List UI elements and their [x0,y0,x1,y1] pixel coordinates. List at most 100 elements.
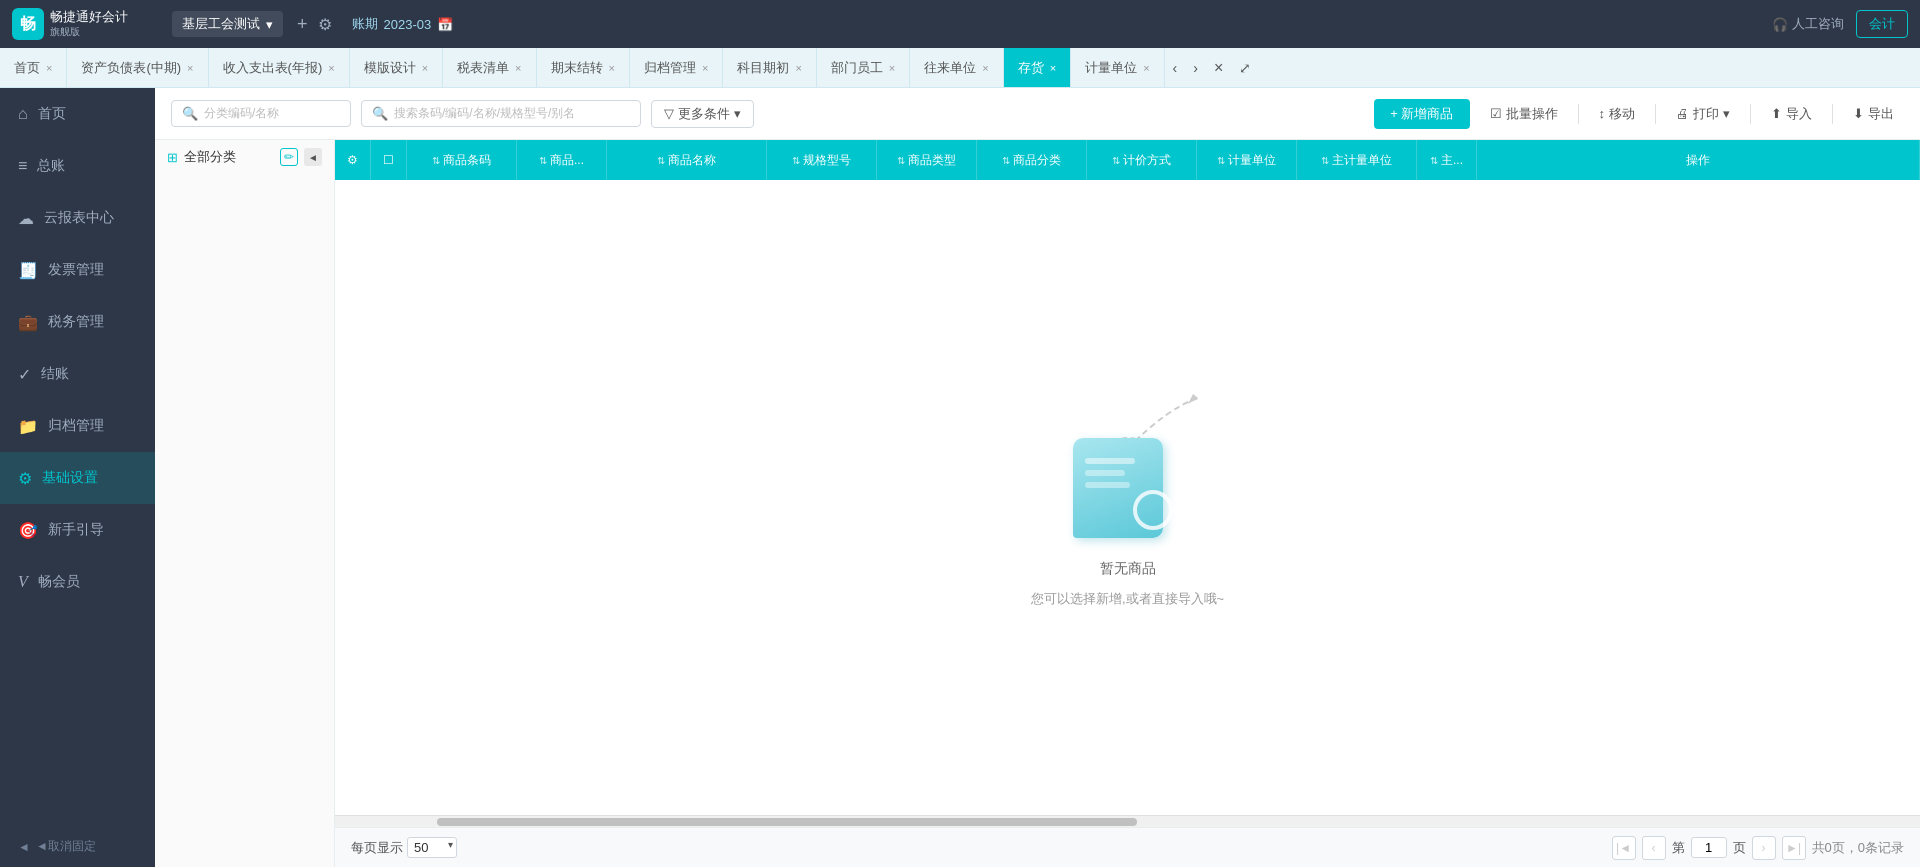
first-page-btn[interactable]: |◄ [1612,836,1636,860]
tab-tax[interactable]: 税表清单 × [443,48,536,88]
logo-text: 畅捷通好会计 旗舰版 [50,9,128,39]
grid-icon: ⊞ [167,150,178,165]
tab-period[interactable]: 期末结转 × [537,48,630,88]
home-icon: ⌂ [18,105,28,123]
tab-close-all-btn[interactable]: × [1206,48,1231,88]
prev-page-btn[interactable]: ‹ [1642,836,1666,860]
page-size-select[interactable]: 50 100 200 [407,837,457,858]
tab-close-home[interactable]: × [46,48,52,88]
tab-bar: 首页 × 资产负债表(中期) × 收入支出表(年报) × 模版设计 × 税表清单… [0,48,1920,88]
sidebar: ⌂ 首页 ≡ 总账 ☁ 云报表中心 🧾 发票管理 💼 税务管理 ✓ 结账 📁 归… [0,88,155,867]
search2-icon: 🔍 [372,106,388,121]
th-barcode[interactable]: ⇅ 商品条码 [407,140,517,180]
cloud-icon: ☁ [18,209,34,228]
inner-content: ⊞ 全部分类 ✏ ◄ ⚙ ☐ [155,140,1920,867]
sidebar-item-member[interactable]: V 畅会员 [0,556,155,608]
tab-expand-btn[interactable]: ⤢ [1231,48,1259,88]
tab-archive[interactable]: 归档管理 × [630,48,723,88]
th-spec[interactable]: ⇅ 规格型号 [767,140,877,180]
tab-close-income[interactable]: × [328,48,334,88]
page-size-select-wrapper[interactable]: 50 100 200 [407,837,457,858]
next-page-btn[interactable]: › [1752,836,1776,860]
content-toolbar: 🔍 分类编码/名称 🔍 搜索条码/编码/名称/规格型号/别名 ▽ 更多条件 ▾ … [155,88,1920,140]
tab-template[interactable]: 模版设计 × [350,48,443,88]
sidebar-item-archive[interactable]: 📁 归档管理 [0,400,155,452]
sidebar-item-guide[interactable]: 🎯 新手引导 [0,504,155,556]
invoice-icon: 🧾 [18,261,38,280]
tab-close-tax[interactable]: × [515,48,521,88]
more-conditions-btn[interactable]: ▽ 更多条件 ▾ [651,100,754,128]
th-main-unit[interactable]: ⇅ 主计量单位 [1297,140,1417,180]
sidebar-unpin-btn[interactable]: ◄ ◄取消固定 [0,826,155,867]
tab-close-template[interactable]: × [422,48,428,88]
edit-category-btn[interactable]: ✏ [280,148,298,166]
calendar-icon[interactable]: 📅 [437,17,453,32]
th-code[interactable]: ⇅ 商品... [517,140,607,180]
sidebar-item-tax[interactable]: 💼 税务管理 [0,296,155,348]
tab-close-inventory[interactable]: × [1050,48,1056,88]
tab-home[interactable]: 首页 × [0,48,67,88]
sort-name-icon: ⇅ [657,155,665,166]
tab-prev-btn[interactable]: ‹ [1165,48,1186,88]
tab-subject[interactable]: 科目期初 × [723,48,816,88]
category-header[interactable]: ⊞ 全部分类 ✏ ◄ [155,140,334,174]
add-tab-btn[interactable]: + [297,14,308,35]
tab-income[interactable]: 收入支出表(年报) × [209,48,350,88]
doc-body [1073,438,1163,538]
logo-icon: 畅 [12,8,44,40]
account-btn[interactable]: 会计 [1856,10,1908,38]
last-page-btn[interactable]: ►| [1782,836,1806,860]
checkbox-th-icon: ☐ [383,153,394,167]
export-btn[interactable]: ⬇ 导出 [1843,99,1904,129]
import-icon: ⬆ [1771,106,1782,121]
batch-op-btn[interactable]: ☑ 批量操作 [1480,99,1568,129]
sort-category-icon: ⇅ [1002,155,1010,166]
th-category[interactable]: ⇅ 商品分类 [977,140,1087,180]
main-search-bar[interactable]: 🔍 搜索条码/编码/名称/规格型号/别名 [361,100,641,127]
tab-inventory[interactable]: 存货 × [1004,48,1071,88]
batch-icon: ☑ [1490,106,1502,121]
tab-dept[interactable]: 部门员工 × [817,48,910,88]
sidebar-item-report[interactable]: ☁ 云报表中心 [0,192,155,244]
horizontal-scrollbar[interactable] [335,815,1920,827]
settings-icon[interactable]: ⚙ [318,15,332,34]
page-number-input[interactable] [1691,837,1727,858]
tab-unit[interactable]: 计量单位 × [1071,48,1164,88]
sidebar-item-ledger[interactable]: ≡ 总账 [0,140,155,192]
th-extra[interactable]: ⇅ 主... [1417,140,1477,180]
new-product-btn[interactable]: + 新增商品 [1374,99,1469,129]
th-price-method[interactable]: ⇅ 计价方式 [1087,140,1197,180]
th-checkbox[interactable]: ☐ [371,140,407,180]
tab-contacts[interactable]: 往来单位 × [910,48,1003,88]
th-settings[interactable]: ⚙ [335,140,371,180]
tab-close-unit[interactable]: × [1143,48,1149,88]
tab-close-dept[interactable]: × [889,48,895,88]
company-selector[interactable]: 基层工会测试 ▾ [172,11,283,37]
tab-close-archive[interactable]: × [702,48,708,88]
tab-balance[interactable]: 资产负债表(中期) × [67,48,208,88]
tab-close-balance[interactable]: × [187,48,193,88]
move-btn[interactable]: ↕ 移动 [1589,99,1646,129]
th-unit[interactable]: ⇅ 计量单位 [1197,140,1297,180]
empty-illustration [1048,388,1208,548]
th-name[interactable]: ⇅ 商品名称 [607,140,767,180]
chevron-down-icon2: ▾ [734,106,741,121]
tab-close-period[interactable]: × [609,48,615,88]
empty-desc: 您可以选择新增,或者直接导入哦~ [1031,590,1224,608]
sidebar-item-home[interactable]: ⌂ 首页 [0,88,155,140]
sidebar-item-invoice[interactable]: 🧾 发票管理 [0,244,155,296]
consultation-btn[interactable]: 🎧 人工咨询 [1772,15,1844,33]
tab-close-contacts[interactable]: × [982,48,988,88]
sidebar-item-settings[interactable]: ⚙ 基础设置 [0,452,155,504]
scrollbar-thumb[interactable] [437,818,1137,826]
sidebar-item-close[interactable]: ✓ 结账 [0,348,155,400]
tab-next-btn[interactable]: › [1185,48,1206,88]
ledger-icon: ≡ [18,157,27,175]
category-search-bar[interactable]: 🔍 分类编码/名称 [171,100,351,127]
import-btn[interactable]: ⬆ 导入 [1761,99,1822,129]
panel-collapse-btn[interactable]: ◄ [304,148,322,166]
tab-close-subject[interactable]: × [795,48,801,88]
print-btn[interactable]: 🖨 打印 ▾ [1666,99,1740,129]
th-type[interactable]: ⇅ 商品类型 [877,140,977,180]
bottom-bar: 每页显示 50 100 200 |◄ ‹ 第 [335,827,1920,867]
